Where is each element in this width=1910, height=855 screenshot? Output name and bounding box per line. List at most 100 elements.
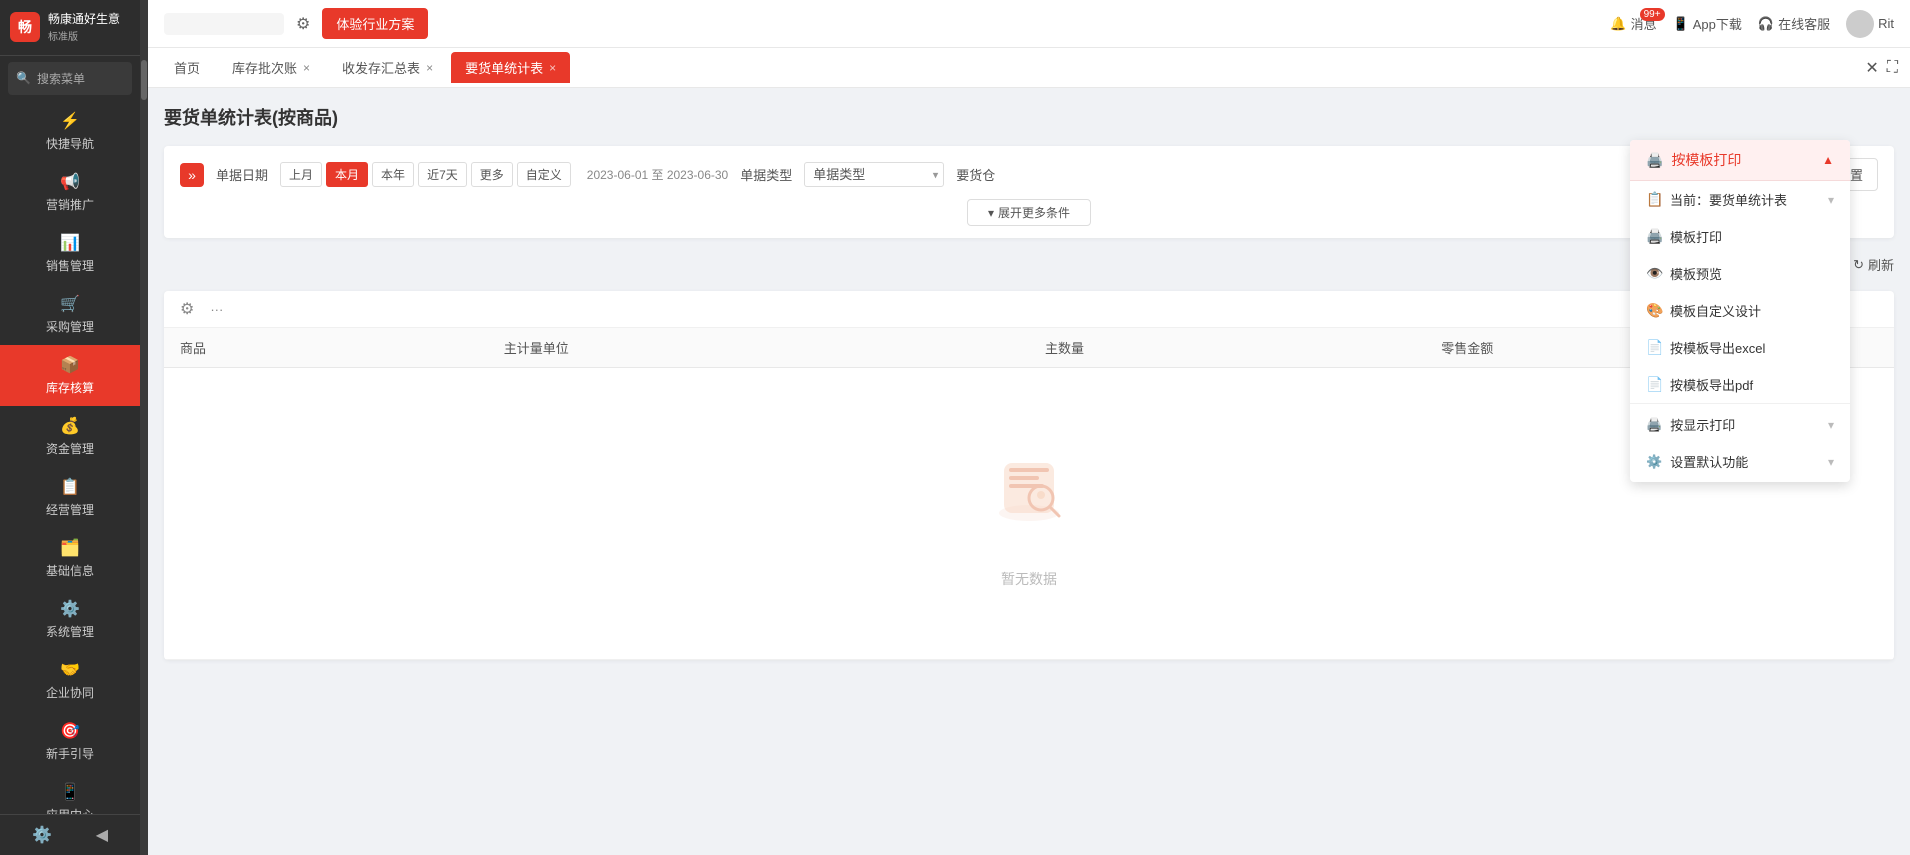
- sidebar-item-label: 基础信息: [46, 562, 94, 579]
- tabs-right-controls: ✕ ⛶: [1865, 58, 1898, 78]
- online-service-label: 在线客服: [1778, 14, 1830, 33]
- guide-icon: 🎯: [60, 721, 80, 741]
- sidebar-item-operation[interactable]: 📋 经营管理: [0, 467, 140, 528]
- date-btn-custom[interactable]: 自定义: [517, 162, 571, 187]
- sidebar-item-marketing[interactable]: 📢 营销推广: [0, 162, 140, 223]
- tab-label: 库存批次账: [232, 58, 297, 77]
- expand-more-row: ▾ 展开更多条件: [180, 199, 1878, 226]
- sidebar-item-label: 库存核算: [46, 379, 94, 396]
- sidebar-item-basic[interactable]: 🗂️ 基础信息: [0, 528, 140, 589]
- refresh-label: 刷新: [1868, 255, 1894, 274]
- search-icon: 🔍: [16, 71, 31, 85]
- sidebar-item-cooperation[interactable]: 🤝 企业协同: [0, 650, 140, 711]
- sidebar-item-apps[interactable]: 📱 应用中心: [0, 772, 140, 814]
- sidebar-item-guide[interactable]: 🎯 新手引导: [0, 711, 140, 772]
- tab-label: 要货单统计表: [465, 58, 543, 77]
- sidebar-item-inventory[interactable]: 📦 库存核算: [0, 345, 140, 406]
- apps-icon: 📱: [60, 782, 80, 802]
- topbar-gear-icon[interactable]: ⚙: [296, 14, 310, 34]
- refresh-icon: ↻: [1853, 257, 1864, 273]
- sidebar-item-label: 新手引导: [46, 745, 94, 762]
- col-qty: 主数量: [1029, 328, 1425, 368]
- dropdown-section: 🖨️ 按显示打印 ▾ ⚙️ 设置默认功能 ▾: [1630, 403, 1850, 482]
- more-icon[interactable]: ···: [210, 302, 223, 317]
- template-pdf-icon: 📄: [1646, 376, 1663, 393]
- order-type-select[interactable]: 单据类型: [804, 162, 944, 187]
- dropdown-header: 🖨️ 按模板打印 ▲: [1630, 140, 1850, 181]
- purchase-icon: 🛒: [60, 294, 80, 314]
- collapse-icon[interactable]: ◀: [96, 825, 108, 845]
- tab-receivable-summary[interactable]: 收发存汇总表 ×: [328, 52, 447, 83]
- expand-more-button[interactable]: ▾ 展开更多条件: [967, 199, 1091, 226]
- set-default-item[interactable]: ⚙️ 设置默认功能 ▾: [1630, 443, 1850, 480]
- col-unit: 主计量单位: [488, 328, 1029, 368]
- sidebar-item-label: 销售管理: [46, 257, 94, 274]
- template-preview-item[interactable]: 👁️ 模板预览: [1630, 255, 1850, 292]
- table-settings-icon[interactable]: ⚙: [180, 299, 194, 319]
- notifications-btn[interactable]: 🔔 消息 99+: [1610, 14, 1656, 33]
- tab-order-stats[interactable]: 要货单统计表 ×: [451, 52, 570, 83]
- sidebar-nav: ⚡ 快捷导航 📢 营销推广 📊 销售管理 🛒 采购管理 📦 库存核算 💰 资金管…: [0, 101, 140, 814]
- user-avatar: [1846, 10, 1874, 38]
- sidebar-item-label: 快捷导航: [46, 135, 94, 152]
- tab-home[interactable]: 首页: [160, 52, 214, 83]
- date-btn-last-month[interactable]: 上月: [280, 162, 322, 187]
- service-icon: 🎧: [1758, 16, 1774, 32]
- filter-expand-btn[interactable]: »: [180, 163, 204, 187]
- current-template-item[interactable]: 📋 当前：要货单统计表 ▾: [1630, 181, 1850, 218]
- dropdown-header-chevron[interactable]: ▲: [1822, 153, 1834, 167]
- empty-state: 暂无数据: [180, 378, 1878, 649]
- basic-icon: 🗂️: [60, 538, 80, 558]
- sidebar-item-quick-nav[interactable]: ⚡ 快捷导航: [0, 101, 140, 162]
- tab-close-order-stats[interactable]: ×: [549, 61, 556, 75]
- empty-illustration: [979, 438, 1079, 538]
- sidebar: 畅 畅康通好生意 标准版 🔍 搜索菜单 ⚡ 快捷导航 📢 营销推广 📊 销售管理…: [0, 0, 140, 855]
- tab-bar: 首页 库存批次账 × 收发存汇总表 × 要货单统计表 × ✕ ⛶: [148, 48, 1910, 88]
- sidebar-item-system[interactable]: ⚙️ 系统管理: [0, 589, 140, 650]
- current-template-chevron: ▾: [1828, 193, 1834, 207]
- page-content: 要货单统计表(按商品) » 单据日期 上月 本月 本年 近7天 更多 自定义 2…: [148, 88, 1910, 855]
- trial-button[interactable]: 体验行业方案: [322, 8, 428, 39]
- date-btn-more[interactable]: 更多: [471, 162, 513, 187]
- page-title: 要货单统计表(按商品): [164, 104, 1894, 130]
- expand-tabs-btn[interactable]: ⛶: [1887, 59, 1898, 77]
- refresh-button[interactable]: ↻ 刷新: [1853, 255, 1894, 274]
- tab-inventory-batch[interactable]: 库存批次账 ×: [218, 52, 324, 83]
- app-download-icon: 📱: [1673, 16, 1689, 32]
- sidebar-item-finance[interactable]: 💰 资金管理: [0, 406, 140, 467]
- dropdown-title: 按模板打印: [1671, 150, 1741, 170]
- template-custom-item[interactable]: 🎨 模板自定义设计: [1630, 292, 1850, 329]
- app-edition: 标准版: [48, 28, 120, 43]
- template-print-label: 模板打印: [1670, 227, 1722, 246]
- sidebar-scrollbar: [140, 0, 148, 855]
- sidebar-search[interactable]: 🔍 搜索菜单: [8, 62, 132, 95]
- cooperation-icon: 🤝: [60, 660, 80, 680]
- close-all-tabs-btn[interactable]: ✕: [1865, 58, 1878, 78]
- template-excel-item[interactable]: 📄 按模板导出excel: [1630, 329, 1850, 366]
- date-btn-this-month[interactable]: 本月: [326, 162, 368, 187]
- print-header-icon: 🖨️: [1646, 152, 1663, 169]
- date-btn-7days[interactable]: 近7天: [418, 162, 467, 187]
- sidebar-item-label: 应用中心: [46, 806, 94, 814]
- sidebar-item-sales[interactable]: 📊 销售管理: [0, 223, 140, 284]
- template-preview-label: 模板预览: [1670, 264, 1722, 283]
- user-profile[interactable]: Rit: [1846, 10, 1894, 38]
- display-print-item[interactable]: 🖨️ 按显示打印 ▾: [1630, 406, 1850, 443]
- main-content: ⚙ 体验行业方案 🔔 消息 99+ 📱 App下载 🎧 在线客服 Rit: [148, 0, 1910, 855]
- template-print-icon: 🖨️: [1646, 228, 1663, 245]
- tab-close-receivable[interactable]: ×: [426, 61, 433, 75]
- online-service-btn[interactable]: 🎧 在线客服: [1758, 14, 1830, 33]
- set-default-label: 设置默认功能: [1670, 452, 1748, 471]
- settings-icon[interactable]: ⚙️: [32, 825, 52, 845]
- sidebar-item-label: 资金管理: [46, 440, 94, 457]
- display-print-chevron: ▾: [1828, 418, 1834, 432]
- system-icon: ⚙️: [60, 599, 80, 619]
- date-btn-this-year[interactable]: 本年: [372, 162, 414, 187]
- template-print-item[interactable]: 🖨️ 模板打印: [1630, 218, 1850, 255]
- app-download-btn[interactable]: 📱 App下载: [1673, 14, 1742, 33]
- tab-close-inventory-batch[interactable]: ×: [303, 61, 310, 75]
- topbar-search-input[interactable]: [164, 13, 284, 35]
- template-custom-icon: 🎨: [1646, 302, 1663, 319]
- template-pdf-item[interactable]: 📄 按模板导出pdf: [1630, 366, 1850, 403]
- sidebar-item-purchase[interactable]: 🛒 采购管理: [0, 284, 140, 345]
